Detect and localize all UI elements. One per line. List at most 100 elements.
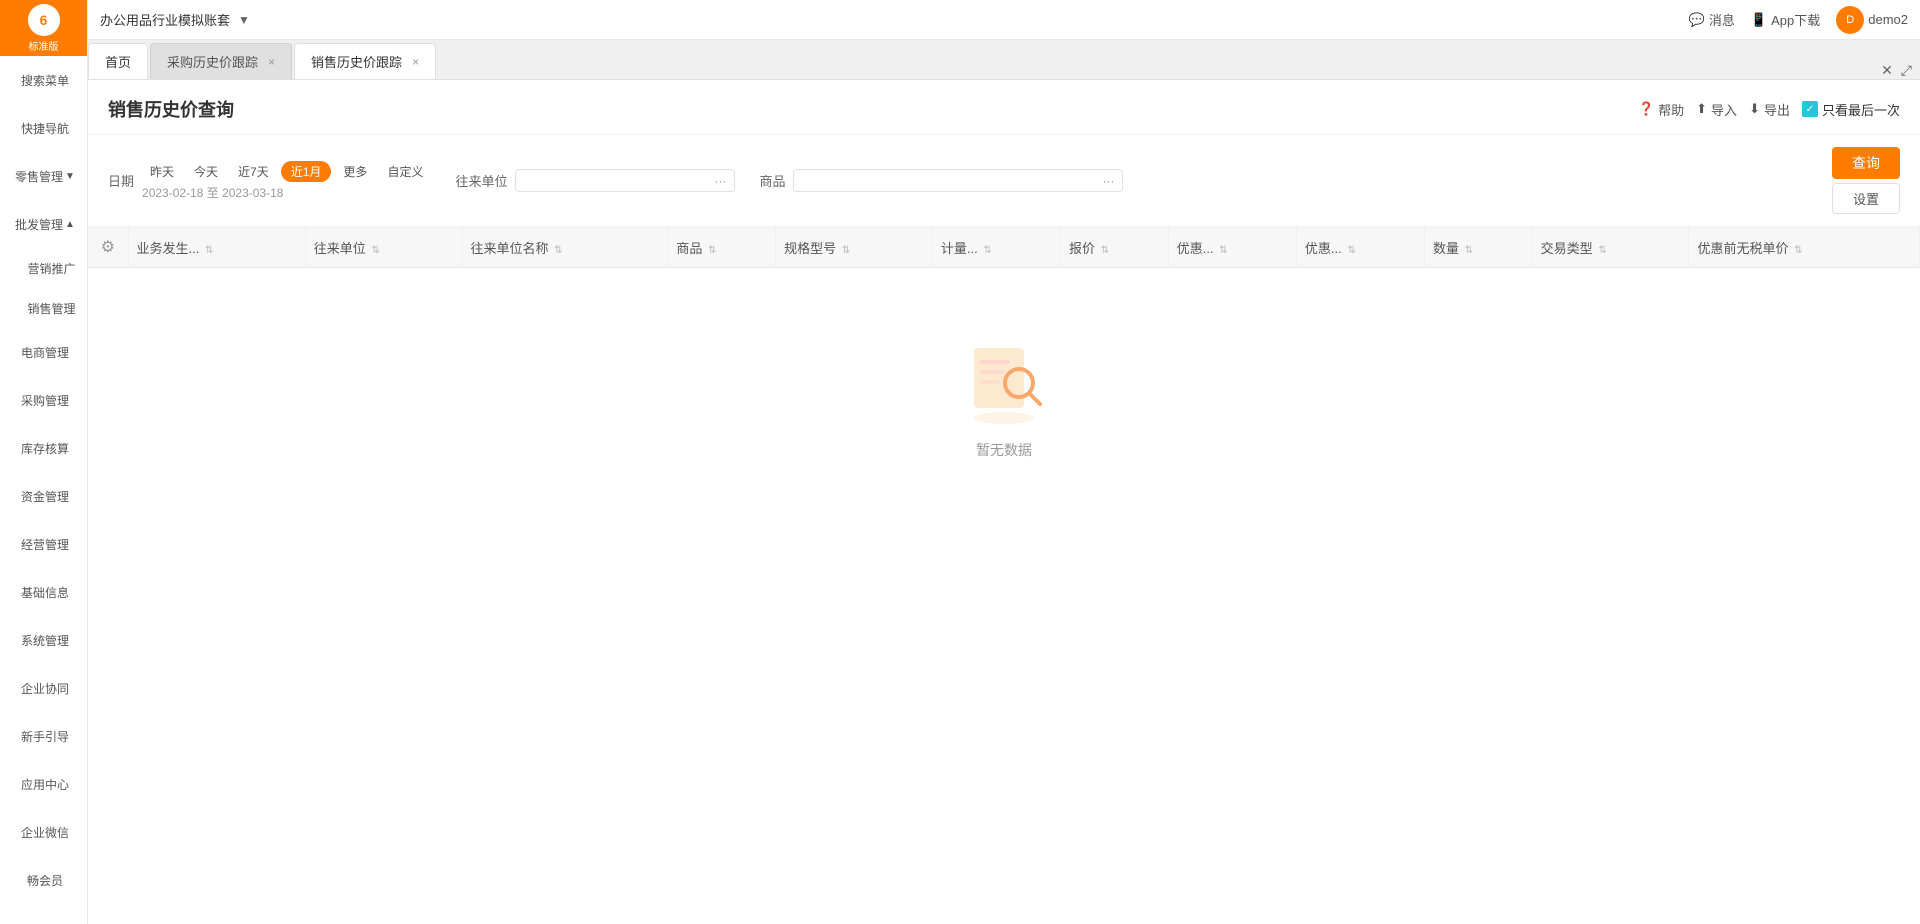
col-quantity[interactable]: 数量 ⇅ [1424, 227, 1532, 268]
sidebar-item-sales-mgmt[interactable]: 销售管理 [0, 288, 88, 328]
goods-more-icon[interactable]: ··· [1102, 174, 1114, 188]
sidebar-item-label: 批发管理 [15, 216, 63, 233]
export-btn[interactable]: ⬇ 导出 [1749, 100, 1790, 119]
sidebar-item-wholesale-mgmt[interactable]: 批发管理 ▲ [0, 200, 88, 248]
sidebar-item-purchase[interactable]: 采购管理 [0, 376, 88, 424]
app-logo[interactable]: 6 标准版 [0, 0, 88, 56]
app-download-btn[interactable]: 📱 App下载 [1751, 10, 1820, 29]
data-table: ⚙ 业务发生... ⇅ 往来单位 ⇅ 往来单位名称 [88, 227, 1920, 268]
col-unit-label: 计量... [941, 241, 978, 256]
counterpart-more-icon[interactable]: ··· [714, 174, 726, 188]
sidebar-item-label: 销售管理 [27, 300, 75, 317]
main-area: 办公用品行业模拟账套 ▼ 💬 消息 📱 App下载 D demo2 首页 采购历… [88, 0, 1920, 924]
sort-icon: ⇅ [1465, 245, 1473, 256]
sort-icon: ⇅ [554, 245, 562, 256]
sidebar-item-retail-mgmt[interactable]: 零售管理 ▼ [0, 152, 88, 200]
col-biz-date[interactable]: 业务发生... ⇅ [128, 227, 305, 268]
date-btn-today[interactable]: 今天 [186, 161, 226, 182]
topbar: 办公用品行业模拟账套 ▼ 💬 消息 📱 App下载 D demo2 [88, 0, 1920, 40]
import-label: 导入 [1711, 100, 1737, 119]
tab-purchase-history[interactable]: 采购历史价跟踪 × [150, 43, 292, 79]
empty-icon [954, 328, 1054, 428]
sidebar-item-finance[interactable]: 资金管理 [0, 472, 88, 520]
import-btn[interactable]: ⬆ 导入 [1696, 100, 1737, 119]
setting-button[interactable]: 设置 [1832, 183, 1900, 214]
message-label: 消息 [1709, 10, 1735, 29]
sidebar-item-inventory[interactable]: 库存核算 [0, 424, 88, 472]
sidebar-item-basic-info[interactable]: 基础信息 [0, 568, 88, 616]
col-goods[interactable]: 商品 ⇅ [668, 227, 776, 268]
topbar-dropdown-btn[interactable]: ▼ [238, 13, 250, 27]
col-settings[interactable]: ⚙ [88, 227, 128, 268]
tab-purchase-close-icon[interactable]: × [268, 55, 275, 69]
only-last-checkbox[interactable] [1802, 101, 1818, 117]
page-title: 销售历史价查询 [108, 96, 234, 122]
col-trade-type[interactable]: 交易类型 ⇅ [1532, 227, 1689, 268]
goods-input-wrap[interactable]: ··· [793, 169, 1123, 192]
sort-icon: ⇅ [708, 245, 716, 256]
date-btn-1month[interactable]: 近1月 [281, 161, 332, 182]
sidebar-item-search-menu[interactable]: 搜索菜单 [0, 56, 88, 104]
sort-icon: ⇅ [1794, 245, 1802, 256]
sidebar: 6 标准版 搜索菜单 快捷导航 零售管理 ▼ 批发管理 ▲ 营销推广 销售管理 … [0, 0, 88, 924]
col-counterpart[interactable]: 往来单位 ⇅ [305, 227, 462, 268]
table-header: ⚙ 业务发生... ⇅ 往来单位 ⇅ 往来单位名称 [88, 227, 1920, 268]
sort-icon: ⇅ [1347, 245, 1355, 256]
sort-icon: ⇅ [1598, 245, 1606, 256]
sidebar-item-ecommerce[interactable]: 电商管理 [0, 328, 88, 376]
only-last-checkbox-wrap[interactable]: 只看最后一次 [1802, 100, 1900, 119]
sidebar-item-new-guide[interactable]: 新手引导 [0, 712, 88, 760]
sort-icon: ⇅ [371, 245, 379, 256]
col-counterpart-name-label: 往来单位名称 [471, 241, 549, 256]
sidebar-item-marketing[interactable]: 营销推广 [0, 248, 88, 288]
message-icon: 💬 [1689, 12, 1705, 28]
sidebar-item-app-center[interactable]: 应用中心 [0, 760, 88, 808]
message-btn[interactable]: 💬 消息 [1689, 10, 1735, 29]
export-label: 导出 [1764, 100, 1790, 119]
export-icon: ⬇ [1749, 101, 1760, 117]
date-btn-7days[interactable]: 近7天 [230, 161, 277, 182]
tab-close-all-btn[interactable]: ✕ [1881, 62, 1893, 79]
tabbar-controls: ✕ ⤢ [1881, 62, 1920, 79]
query-button[interactable]: 查询 [1832, 147, 1900, 179]
date-btn-custom[interactable]: 自定义 [379, 161, 431, 182]
sidebar-item-label: 系统管理 [21, 632, 69, 649]
sidebar-item-operations[interactable]: 经营管理 [0, 520, 88, 568]
sidebar-item-vip-member[interactable]: 畅会员 [0, 856, 88, 904]
goods-label: 商品 [759, 171, 785, 190]
tab-home[interactable]: 首页 [88, 43, 148, 79]
user-info[interactable]: D demo2 [1836, 6, 1908, 34]
sidebar-item-system[interactable]: 系统管理 [0, 616, 88, 664]
help-btn[interactable]: ❓ 帮助 [1638, 100, 1684, 119]
col-unit[interactable]: 计量... ⇅ [932, 227, 1060, 268]
tab-purchase-label: 采购历史价跟踪 [167, 52, 258, 71]
col-discount2[interactable]: 优惠... ⇅ [1296, 227, 1424, 268]
sidebar-item-label: 经营管理 [21, 536, 69, 553]
date-btn-more[interactable]: 更多 [335, 161, 375, 182]
sidebar-item-quick-nav[interactable]: 快捷导航 [0, 104, 88, 152]
col-pre-tax-price[interactable]: 优惠前无税单价 ⇅ [1689, 227, 1920, 268]
counterpart-input[interactable] [524, 173, 714, 188]
tab-expand-btn[interactable]: ⤢ [1901, 62, 1912, 79]
empty-text: 暂无数据 [976, 440, 1032, 460]
col-discount1[interactable]: 优惠... ⇅ [1168, 227, 1296, 268]
col-counterpart-name[interactable]: 往来单位名称 ⇅ [462, 227, 668, 268]
col-quantity-label: 数量 [1433, 241, 1459, 256]
table-area: ⚙ 业务发生... ⇅ 往来单位 ⇅ 往来单位名称 [88, 227, 1920, 924]
date-btn-yesterday[interactable]: 昨天 [142, 161, 182, 182]
page-header: 销售历史价查询 ❓ 帮助 ⬆ 导入 ⬇ 导出 只看最后一次 [88, 80, 1920, 135]
col-price[interactable]: 报价 ⇅ [1061, 227, 1169, 268]
filter-bar: 日期 昨天 今天 近7天 近1月 更多 自定义 2023-02-18 至 202… [88, 135, 1920, 227]
sidebar-item-label: 采购管理 [21, 392, 69, 409]
sidebar-item-label: 营销推广 [27, 260, 75, 277]
sidebar-item-label: 企业协同 [21, 680, 69, 697]
col-spec[interactable]: 规格型号 ⇅ [776, 227, 933, 268]
sidebar-item-enterprise-collab[interactable]: 企业协同 [0, 664, 88, 712]
tab-sales-close-icon[interactable]: × [412, 55, 419, 69]
goods-input[interactable] [802, 173, 1102, 188]
page: 销售历史价查询 ❓ 帮助 ⬆ 导入 ⬇ 导出 只看最后一次 [88, 80, 1920, 924]
settings-icon[interactable]: ⚙ [101, 239, 115, 256]
counterpart-input-wrap[interactable]: ··· [515, 169, 735, 192]
sidebar-item-enterprise-wechat[interactable]: 企业微信 [0, 808, 88, 856]
tab-sales-history[interactable]: 销售历史价跟踪 × [294, 43, 436, 79]
